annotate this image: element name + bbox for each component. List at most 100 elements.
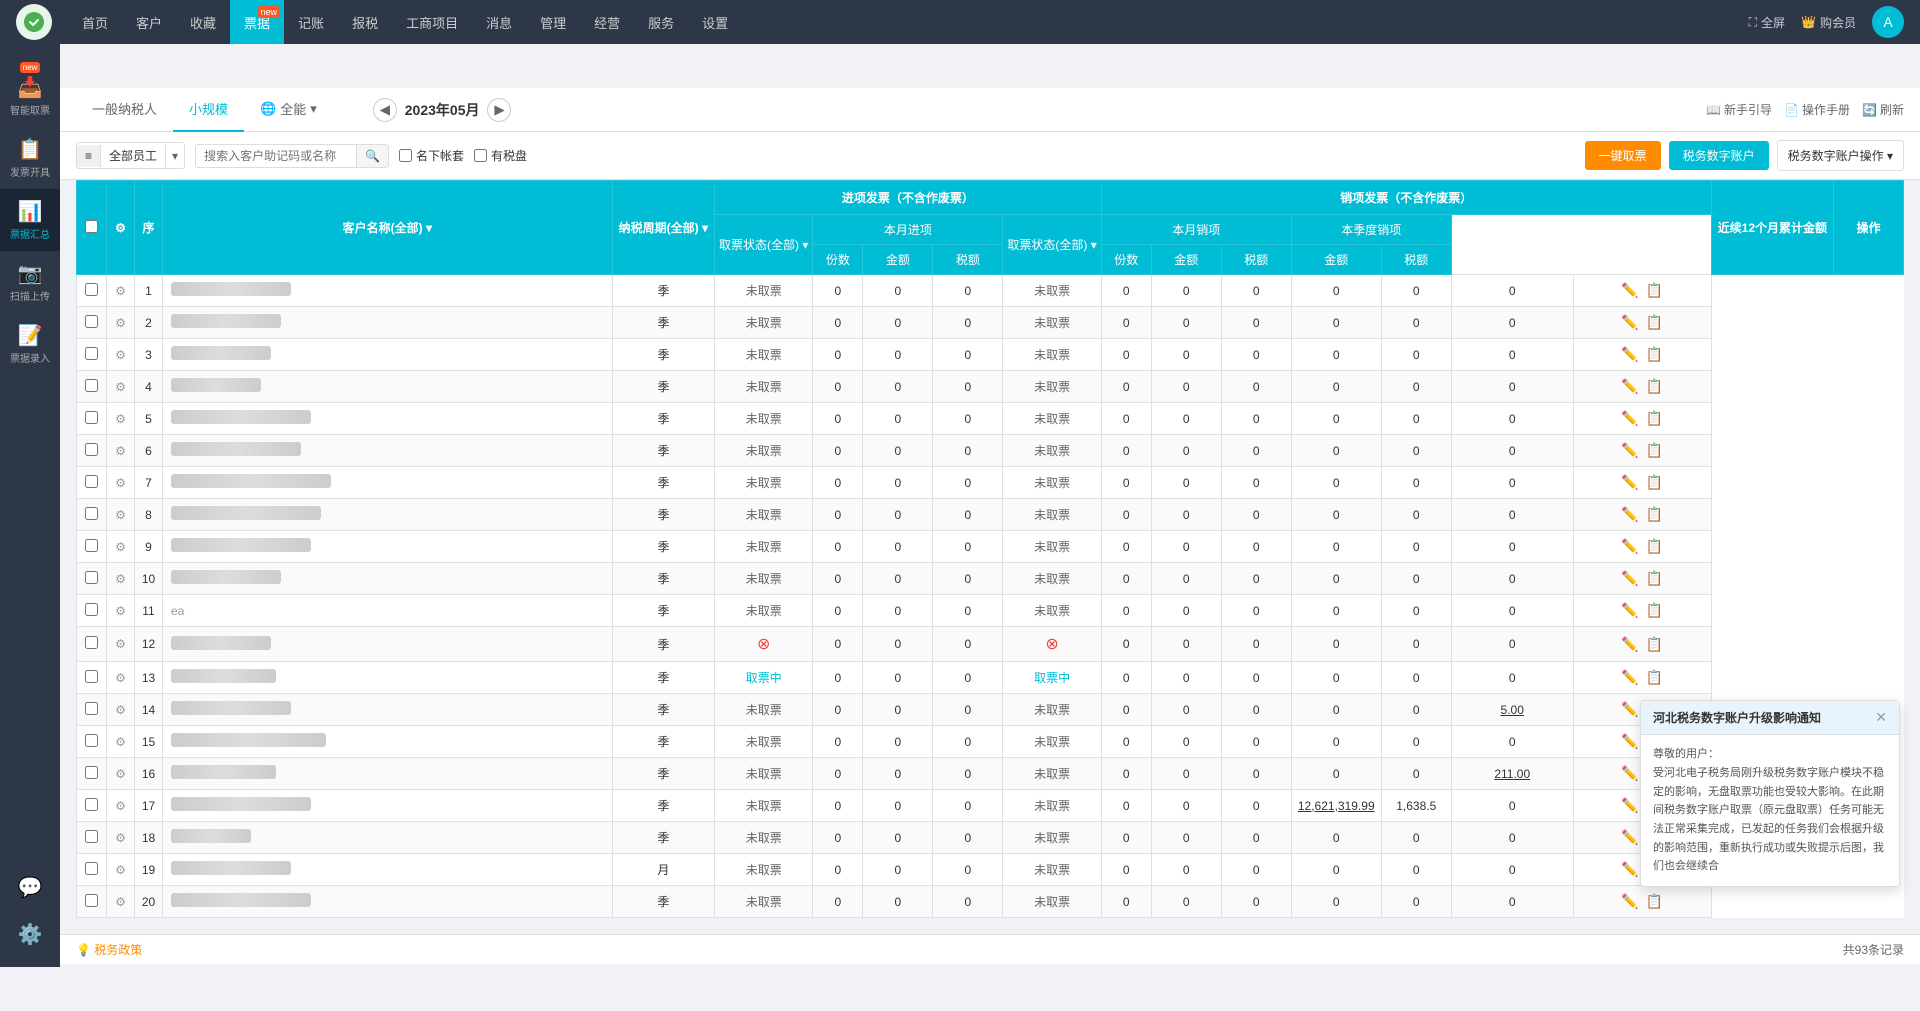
- edit-button[interactable]: ✏️: [1621, 861, 1638, 877]
- row-checkbox[interactable]: [85, 379, 98, 392]
- edit-button[interactable]: ✏️: [1621, 506, 1638, 522]
- edit-button[interactable]: ✏️: [1621, 701, 1638, 717]
- nav-collection[interactable]: 收藏: [176, 0, 230, 44]
- row-settings-icon[interactable]: ⚙: [115, 508, 126, 522]
- employee-select[interactable]: ≡ 全部员工 ▾: [76, 142, 185, 169]
- tax-digital-account-button[interactable]: 税务数字账户: [1669, 141, 1769, 170]
- edit-button[interactable]: ✏️: [1621, 797, 1638, 813]
- copy-button[interactable]: 📋: [1646, 602, 1663, 618]
- sidebar-item-config[interactable]: ⚙️: [14, 912, 47, 959]
- row-settings-icon[interactable]: ⚙: [115, 476, 126, 490]
- edit-button[interactable]: ✏️: [1621, 314, 1638, 330]
- edit-button[interactable]: ✏️: [1621, 733, 1638, 749]
- row-settings-icon[interactable]: ⚙: [115, 703, 126, 717]
- tab-general-taxpayer[interactable]: 一般纳税人: [76, 88, 173, 132]
- row-checkbox[interactable]: [85, 507, 98, 520]
- edit-button[interactable]: ✏️: [1621, 410, 1638, 426]
- copy-button[interactable]: 📋: [1646, 474, 1663, 490]
- edit-button[interactable]: ✏️: [1621, 442, 1638, 458]
- tax-disk-checkbox[interactable]: [474, 149, 487, 162]
- sidebar-item-invoice-entry[interactable]: 📝 票据录入: [0, 313, 60, 375]
- tax-digital-account-ops-button[interactable]: 税务数字账户操作 ▾: [1777, 140, 1904, 171]
- edit-button[interactable]: ✏️: [1621, 282, 1638, 298]
- tab-all-in-one[interactable]: 🌐 全能 ▾: [244, 88, 333, 132]
- edit-button[interactable]: ✏️: [1621, 378, 1638, 394]
- row-settings-icon[interactable]: ⚙: [115, 316, 126, 330]
- copy-button[interactable]: 📋: [1646, 538, 1663, 554]
- row-settings-icon[interactable]: ⚙: [115, 540, 126, 554]
- copy-button[interactable]: 📋: [1646, 378, 1663, 394]
- nav-operation[interactable]: 经营: [580, 0, 634, 44]
- manual-button[interactable]: 📄 操作手册: [1784, 101, 1850, 118]
- guide-button[interactable]: 📖 新手引导: [1706, 101, 1772, 118]
- nav-management[interactable]: 管理: [526, 0, 580, 44]
- row-settings-icon[interactable]: ⚙: [115, 637, 126, 651]
- notification-close-button[interactable]: ✕: [1875, 709, 1887, 726]
- row-settings-icon[interactable]: ⚙: [115, 863, 126, 877]
- copy-button[interactable]: 📋: [1646, 893, 1663, 909]
- one-key-fetch-button[interactable]: 一键取票: [1585, 141, 1661, 170]
- row-checkbox[interactable]: [85, 894, 98, 907]
- rolling12-amount[interactable]: 211.00: [1494, 767, 1530, 781]
- row-settings-icon[interactable]: ⚙: [115, 831, 126, 845]
- row-checkbox[interactable]: [85, 571, 98, 584]
- edit-button[interactable]: ✏️: [1621, 765, 1638, 781]
- row-checkbox[interactable]: [85, 862, 98, 875]
- nav-invoice[interactable]: 票据 new: [230, 0, 284, 44]
- nav-business[interactable]: 工商项目: [392, 0, 472, 44]
- rolling12-amount[interactable]: 5.00: [1501, 703, 1524, 717]
- row-checkbox[interactable]: [85, 798, 98, 811]
- row-settings-icon[interactable]: ⚙: [115, 735, 126, 749]
- nav-message[interactable]: 消息: [472, 0, 526, 44]
- copy-button[interactable]: 📋: [1646, 636, 1663, 652]
- row-checkbox[interactable]: [85, 443, 98, 456]
- nav-tax[interactable]: 报税: [338, 0, 392, 44]
- copy-button[interactable]: 📋: [1646, 410, 1663, 426]
- refresh-button[interactable]: 🔄 刷新: [1862, 101, 1904, 118]
- sidebar-item-invoice-summary[interactable]: 📊 票据汇总: [0, 189, 60, 251]
- edit-button[interactable]: ✏️: [1621, 474, 1638, 490]
- select-all-checkbox[interactable]: [85, 220, 98, 233]
- row-checkbox[interactable]: [85, 347, 98, 360]
- row-checkbox[interactable]: [85, 283, 98, 296]
- row-settings-icon[interactable]: ⚙: [115, 412, 126, 426]
- copy-button[interactable]: 📋: [1646, 282, 1663, 298]
- row-checkbox[interactable]: [85, 315, 98, 328]
- sidebar-item-scan-upload[interactable]: 📷 扫描上传: [0, 251, 60, 313]
- row-settings-icon[interactable]: ⚙: [115, 671, 126, 685]
- row-checkbox[interactable]: [85, 475, 98, 488]
- row-checkbox[interactable]: [85, 702, 98, 715]
- nav-home[interactable]: 首页: [68, 0, 122, 44]
- nav-customer[interactable]: 客户: [122, 0, 176, 44]
- copy-button[interactable]: 📋: [1646, 346, 1663, 362]
- edit-button[interactable]: ✏️: [1621, 602, 1638, 618]
- tax-policy-link[interactable]: 💡 税务政策: [76, 941, 142, 958]
- fullscreen-button[interactable]: ⛶ 全屏: [1749, 14, 1785, 31]
- account-checkbox[interactable]: [399, 149, 412, 162]
- credit-amount[interactable]: 12,621,319.99: [1298, 799, 1375, 813]
- edit-button[interactable]: ✏️: [1621, 570, 1638, 586]
- nav-settings[interactable]: 设置: [688, 0, 742, 44]
- tab-small-scale[interactable]: 小规模: [173, 88, 244, 132]
- avatar[interactable]: A: [1872, 6, 1904, 38]
- search-button[interactable]: 🔍: [356, 145, 388, 167]
- row-settings-icon[interactable]: ⚙: [115, 767, 126, 781]
- copy-button[interactable]: 📋: [1646, 570, 1663, 586]
- row-checkbox[interactable]: [85, 603, 98, 616]
- next-month-button[interactable]: ▶: [487, 98, 511, 122]
- edit-button[interactable]: ✏️: [1621, 893, 1638, 909]
- row-checkbox[interactable]: [85, 766, 98, 779]
- row-settings-icon[interactable]: ⚙: [115, 572, 126, 586]
- nav-service[interactable]: 服务: [634, 0, 688, 44]
- sidebar-item-chat[interactable]: 💬: [14, 865, 47, 912]
- copy-button[interactable]: 📋: [1646, 669, 1663, 685]
- row-checkbox[interactable]: [85, 670, 98, 683]
- edit-button[interactable]: ✏️: [1621, 538, 1638, 554]
- employee-dropdown-arrow[interactable]: ▾: [165, 145, 184, 167]
- sidebar-item-smart-ticket[interactable]: new 📥 智能取票: [0, 52, 60, 127]
- row-settings-icon[interactable]: ⚙: [115, 604, 126, 618]
- search-input[interactable]: [196, 145, 356, 167]
- edit-button[interactable]: ✏️: [1621, 829, 1638, 845]
- row-checkbox[interactable]: [85, 539, 98, 552]
- edit-button[interactable]: ✏️: [1621, 669, 1638, 685]
